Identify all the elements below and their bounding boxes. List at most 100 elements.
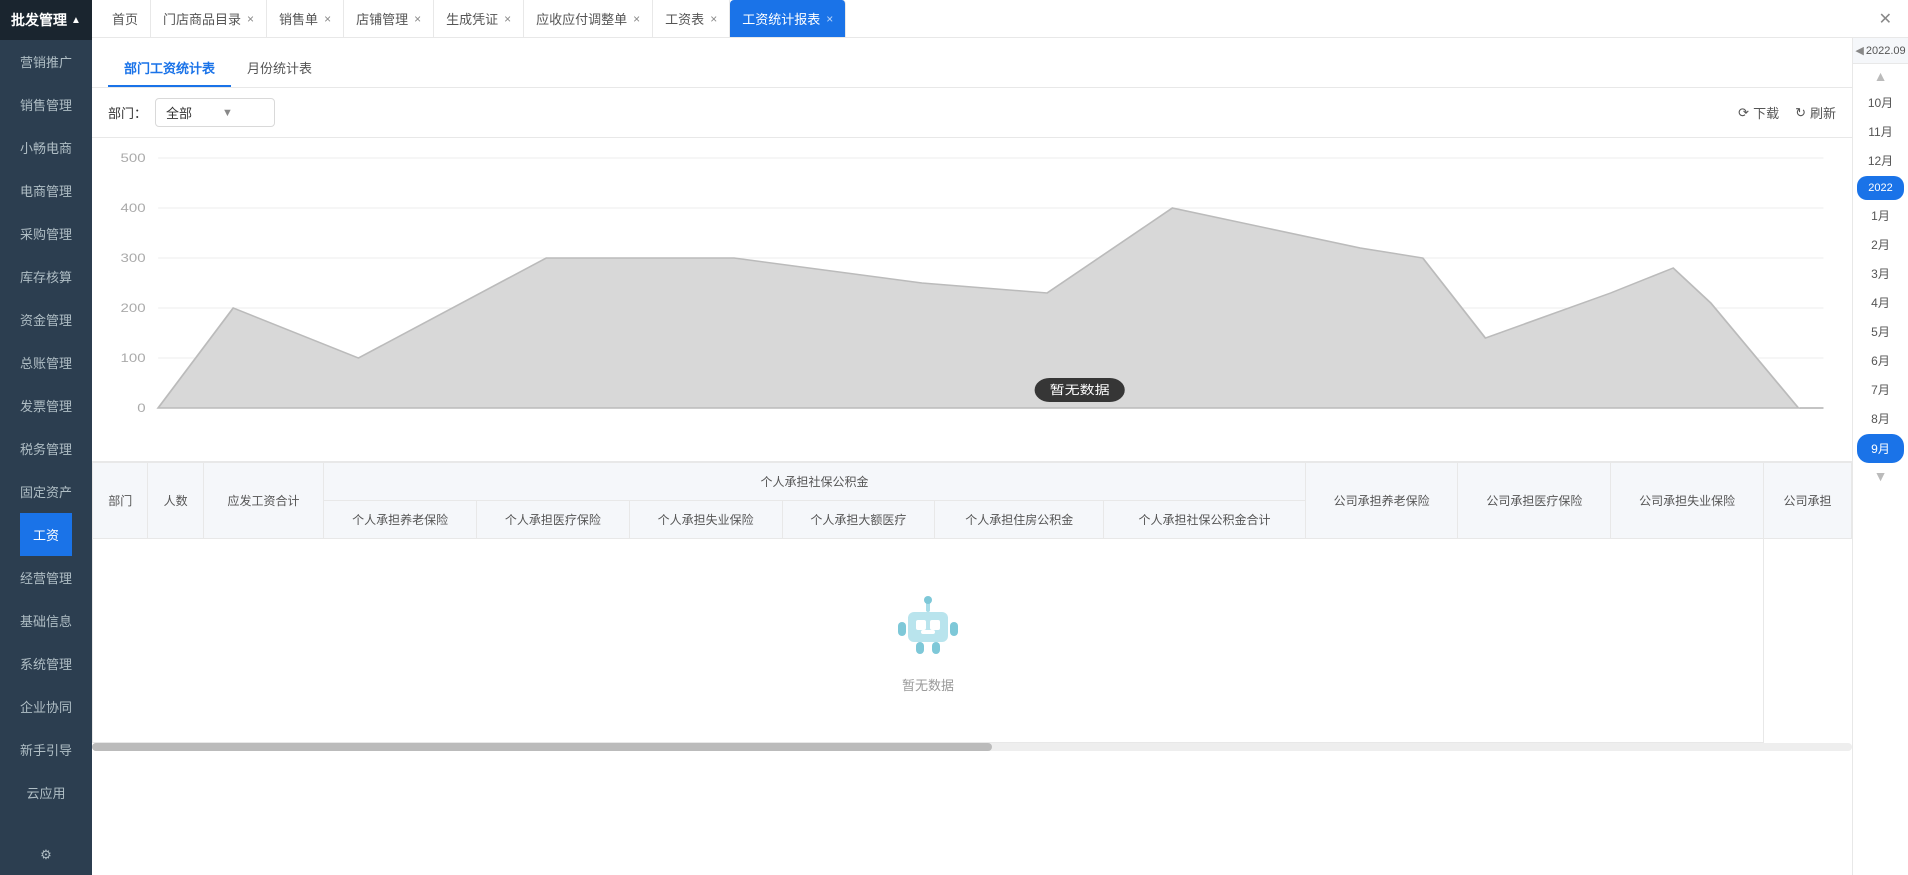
sidebar-item-库存核算[interactable]: 库存核算 (20, 255, 72, 298)
tab-label-2: 销售单 (279, 9, 318, 28)
tab-bar: 首页门店商品目录 ×销售单 ×店铺管理 ×生成凭证 ×应收应付调整单 ×工资表 … (92, 0, 1908, 38)
svg-text:暂无数据: 暂无数据 (1050, 383, 1110, 396)
calendar-month-8[interactable]: 5月 (1853, 317, 1908, 346)
col-total-salary: 应发工资合计 (203, 463, 323, 539)
tab-close-2[interactable]: × (324, 12, 331, 26)
tab-close-6[interactable]: × (710, 12, 717, 26)
tab-4[interactable]: 生成凭证 × (434, 0, 524, 38)
calendar-panel: ◀ 2022.09 ▲ 10月11月12月20221月2月3月4月5月6月7月8… (1852, 38, 1908, 875)
tab-label-4: 生成凭证 (446, 9, 498, 28)
calendar-nav: ◀ 2022.09 (1853, 38, 1908, 64)
sub-tab-1[interactable]: 月份统计表 (231, 50, 328, 87)
refresh-icon: ↻ (1795, 105, 1806, 121)
calendar-header: 2022.09 (1866, 45, 1906, 57)
sidebar-collapse-arrow[interactable]: ▲ (71, 15, 81, 26)
sidebar-item-销售管理[interactable]: 销售管理 (20, 83, 72, 126)
tab-label-3: 店铺管理 (356, 9, 408, 28)
dept-select[interactable]: 全部 ▼ (155, 98, 275, 127)
calendar-month-4[interactable]: 1月 (1853, 201, 1908, 230)
content-area: 部门工资统计表月份统计表 部门： 全部 ▼ ⟳ 下载 (92, 38, 1908, 875)
sidebar-item-基础信息[interactable]: 基础信息 (20, 599, 72, 642)
tab-label-1: 门店商品目录 (163, 9, 241, 28)
sidebar-item-采购管理[interactable]: 采购管理 (20, 212, 72, 255)
sidebar-item-工资[interactable]: 工资 (20, 513, 72, 556)
calendar-month-2[interactable]: 12月 (1853, 146, 1908, 175)
col-company-medical: 公司承担医疗保险 (1458, 463, 1611, 539)
tab-6[interactable]: 工资表 × (653, 0, 730, 38)
calendar-month-10[interactable]: 7月 (1853, 375, 1908, 404)
svg-text:200: 200 (121, 301, 147, 314)
sidebar-item-发票管理[interactable]: 发票管理 (20, 384, 72, 427)
sidebar-item-新手引导[interactable]: 新手引导 (20, 728, 72, 771)
download-icon: ⟳ (1738, 105, 1749, 121)
settings-icon: ⚙ (40, 847, 52, 862)
sidebar-item-企业协同[interactable]: 企业协同 (20, 685, 72, 728)
sidebar-item-固定资产[interactable]: 固定资产 (20, 470, 72, 513)
tab-0[interactable]: 首页 (100, 0, 151, 38)
dept-label: 部门： (108, 103, 147, 122)
tab-label-0: 首页 (112, 9, 138, 28)
sidebar-item-税务管理[interactable]: 税务管理 (20, 427, 72, 470)
col-dept: 部门 (93, 463, 148, 539)
col-personal-total: 个人承担社保公积金合计 (1104, 501, 1305, 539)
col-personal-pension: 个人承担养老保险 (324, 501, 477, 539)
calendar-down-arrow[interactable]: ▼ (1870, 464, 1892, 488)
col-count: 人数 (148, 463, 203, 539)
tab-label-6: 工资表 (665, 9, 704, 28)
tab-close-4[interactable]: × (504, 12, 511, 26)
refresh-button[interactable]: ↻ 刷新 (1795, 103, 1836, 122)
calendar-nav-left[interactable]: ◀ (1855, 44, 1863, 57)
col-personal-housing-fund: 个人承担住房公积金 (935, 501, 1104, 539)
calendar-month-9[interactable]: 6月 (1853, 346, 1908, 375)
calendar-month-6[interactable]: 3月 (1853, 259, 1908, 288)
calendar-month-11[interactable]: 8月 (1853, 404, 1908, 433)
sidebar: 批发管理 ▲ 营销推广销售管理小畅电商电商管理采购管理库存核算资金管理总账管理发… (0, 0, 92, 875)
tab-1[interactable]: 门店商品目录 × (151, 0, 267, 38)
empty-state: 暂无数据 (93, 539, 1764, 743)
tab-2[interactable]: 销售单 × (267, 0, 344, 38)
svg-text:100: 100 (121, 351, 147, 364)
sidebar-item-资金管理[interactable]: 资金管理 (20, 298, 72, 341)
empty-icon (888, 587, 968, 667)
col-personal-critical-medical: 个人承担大额医疗 (782, 501, 935, 539)
chart-container: 500 400 300 200 100 0 (92, 138, 1852, 461)
sidebar-item-电商管理[interactable]: 电商管理 (20, 169, 72, 212)
calendar-month-12[interactable]: 9月 (1857, 434, 1904, 463)
tab-7[interactable]: 工资统计报表 × (730, 0, 846, 38)
sidebar-item-总账管理[interactable]: 总账管理 (20, 341, 72, 384)
close-all-button[interactable]: ✕ (1879, 9, 1892, 29)
table-wrapper: 部门 人数 应发工资合计 个人承担社保公积金 公司承担养老保险 公司承担医疗保险… (92, 461, 1852, 875)
sidebar-item-小畅电商[interactable]: 小畅电商 (20, 126, 72, 169)
svg-text:0: 0 (137, 401, 146, 414)
col-personal-medical: 个人承担医疗保险 (476, 501, 629, 539)
calendar-month-1[interactable]: 11月 (1853, 117, 1908, 146)
dept-value: 全部 (166, 103, 192, 122)
tab-close-1[interactable]: × (247, 12, 254, 26)
sub-tabs: 部门工资统计表月份统计表 (92, 38, 1852, 88)
sidebar-item-系统管理[interactable]: 系统管理 (20, 642, 72, 685)
col-company-unemployment: 公司承担失业保险 (1611, 463, 1764, 539)
data-table: 部门 人数 应发工资合计 个人承担社保公积金 公司承担养老保险 公司承担医疗保险… (92, 462, 1852, 743)
chevron-down-icon: ▼ (222, 107, 233, 119)
tab-close-3[interactable]: × (414, 12, 421, 26)
calendar-month-3[interactable]: 2022 (1857, 176, 1904, 200)
download-button[interactable]: ⟳ 下载 (1738, 103, 1779, 122)
sub-tab-0[interactable]: 部门工资统计表 (108, 50, 231, 87)
calendar-up-arrow[interactable]: ▲ (1870, 64, 1892, 88)
calendar-month-5[interactable]: 2月 (1853, 230, 1908, 259)
calendar-month-7[interactable]: 4月 (1853, 288, 1908, 317)
tab-3[interactable]: 店铺管理 × (344, 0, 434, 38)
download-label: 下载 (1753, 103, 1779, 122)
sidebar-settings[interactable]: ⚙ (0, 835, 92, 875)
sidebar-item-营销推广[interactable]: 营销推广 (20, 40, 72, 83)
svg-text:500: 500 (121, 151, 147, 164)
main-area: 首页门店商品目录 ×销售单 ×店铺管理 ×生成凭证 ×应收应付调整单 ×工资表 … (92, 0, 1908, 875)
sidebar-item-云应用[interactable]: 云应用 (20, 771, 72, 814)
tab-close-7[interactable]: × (826, 12, 833, 26)
tab-close-5[interactable]: × (633, 12, 640, 26)
col-company-pension: 公司承担养老保险 (1305, 463, 1458, 539)
calendar-month-0[interactable]: 10月 (1853, 88, 1908, 117)
page-content: 部门工资统计表月份统计表 部门： 全部 ▼ ⟳ 下载 (92, 38, 1852, 875)
tab-5[interactable]: 应收应付调整单 × (524, 0, 653, 38)
sidebar-item-经营管理[interactable]: 经营管理 (20, 556, 72, 599)
